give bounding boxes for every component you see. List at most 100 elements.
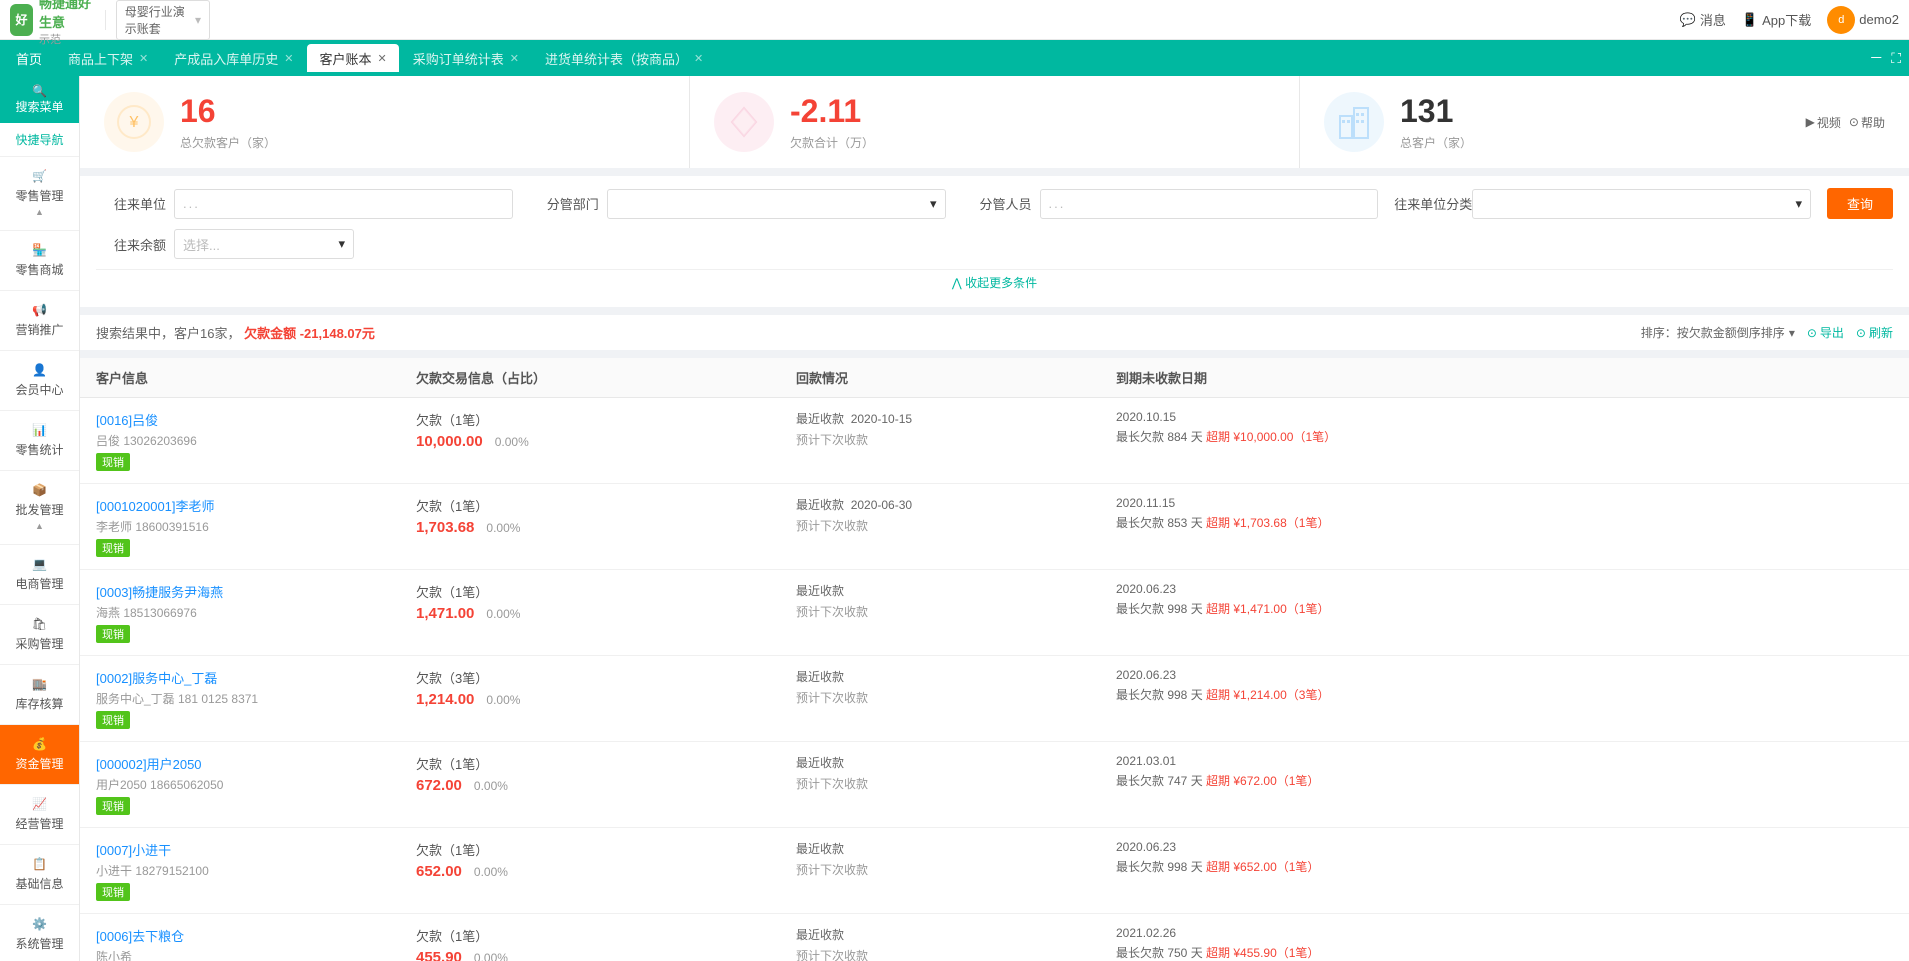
tab-close-purchase[interactable]: ✕ [510,52,519,65]
filter-dept: 分管部门 ▾ [529,189,946,219]
sidebar-quick-nav[interactable]: 快捷导航 [0,123,79,157]
table-header: 客户信息 欠款交易信息（占比） 回款情况 到期未收款日期 [80,358,1909,398]
logo-area: 好 畅捷通好生意 示范 母婴行业演示账套 ▾ [10,0,210,47]
filter-person: 分管人员 ... [962,189,1379,219]
col-debt-info: 欠款交易信息（占比） [416,368,796,387]
sidebar-item-purchase[interactable]: 🛍 采购管理 [0,605,79,665]
user-profile[interactable]: d demo2 [1827,6,1899,34]
unit-category-select[interactable]: ▾ [1472,189,1811,219]
customer-contact-2: 海燕 18513066976 [96,604,416,621]
table-row: [0007]小进干 小进干 18279152100 现销 欠款（1笔） 652.… [80,828,1909,914]
source-unit-input[interactable]: ... [174,189,513,219]
purchase-icon: 🛍 [4,617,75,631]
tab-home[interactable]: 首页 [4,44,54,72]
tab-stock-stats[interactable]: 进货单统计表（按商品） ✕ [533,44,715,72]
batch-icon: 📦 [4,483,75,497]
search-button[interactable]: 查询 [1827,188,1893,219]
logo-icon: 好 [10,4,33,36]
retail-mgmt-icon: 🛒 [4,169,75,183]
collapse-btn[interactable]: ⋀ 收起更多条件 [96,269,1893,295]
messages-btn[interactable]: 💬 消息 [1680,10,1726,29]
repay-info-3: 最近收款 预计下次收款 [796,668,1116,729]
sidebar-item-operation[interactable]: 📈 经营管理 [0,785,79,845]
customer-info-6: [0006]去下粮仓 陈小希 现销 [96,926,416,961]
company-selector[interactable]: 母婴行业演示账套 ▾ [116,0,210,40]
nav-maximize[interactable]: ⛶ [1891,50,1901,67]
customer-name-5[interactable]: [0007]小进干 [96,840,416,859]
customer-tag-0: 现销 [96,453,130,471]
help-btn[interactable]: ⊙ 帮助 [1849,114,1885,131]
customer-info-0: [0016]吕俊 吕俊 13026203696 现销 [96,410,416,471]
due-info-5: 2020.06.23 最长欠款 998 天 超期 ¥652.00（1笔） [1116,840,1893,901]
debt-total-info: -2.11 欠款合计（万） [790,93,874,151]
due-info-4: 2021.03.01 最长欠款 747 天 超期 ¥672.00（1笔） [1116,754,1893,815]
debt-info-6: 欠款（1笔） 455.90 0.00% [416,926,796,961]
customer-info-4: [000002]用户2050 用户2050 18665062050 现销 [96,754,416,815]
tab-account[interactable]: 客户账本 ✕ [307,44,398,72]
refresh-icon: ⊙ [1856,326,1866,340]
person-input[interactable]: ... [1040,189,1379,219]
operation-icon: 📈 [4,797,75,811]
table-row: [0001020001]李老师 李老师 18600391516 现销 欠款（1笔… [80,484,1909,570]
tab-warehouse[interactable]: 产成品入库单历史 ✕ [162,44,305,72]
sidebar-item-marketing[interactable]: 📢 营销推广 [0,291,79,351]
customer-name-1[interactable]: [0001020001]李老师 [96,496,416,515]
sidebar-item-retail-mgmt[interactable]: 🛒 零售管理 ▲ [0,157,79,231]
tab-close-stock[interactable]: ✕ [694,52,703,65]
sidebar-item-retail-stats[interactable]: 📊 零售统计 [0,411,79,471]
customer-name-6[interactable]: [0006]去下粮仓 [96,926,416,945]
result-bar: 搜索结果中，客户16家， 欠款金额 -21,148.07元 排序：按欠款金额倒序… [80,315,1909,350]
top-bar: 好 畅捷通好生意 示范 母婴行业演示账套 ▾ 💬 消息 📱 App下载 d de… [0,0,1909,40]
svg-text:¥: ¥ [129,114,139,131]
sidebar-item-retail-mall[interactable]: 🏪 零售商城 [0,231,79,291]
customer-name-2[interactable]: [0003]畅捷服务尹海燕 [96,582,416,601]
diamond-icon [714,92,774,152]
debt-customers-info: 16 总欠款客户（家） [180,93,276,151]
export-icon: ⊙ [1807,326,1817,340]
tab-close-warehouse[interactable]: ✕ [284,52,293,65]
sidebar-item-basic-info[interactable]: 📋 基础信息 [0,845,79,905]
main-content: ¥ 16 总欠款客户（家） -2.11 欠款合计（万） [80,76,1909,961]
sort-btn[interactable]: 排序：按欠款金额倒序排序 ▾ [1641,324,1795,341]
download-icon: 📱 [1742,12,1758,28]
table-row: [000002]用户2050 用户2050 18665062050 现销 欠款（… [80,742,1909,828]
sidebar-item-member-center[interactable]: 👤 会员中心 [0,351,79,411]
refresh-btn[interactable]: ⊙ 刷新 [1856,324,1893,341]
sidebar-item-finance[interactable]: 💰 资金管理 [0,725,79,785]
member-icon: 👤 [4,363,75,377]
ecommerce-icon: 💻 [4,557,75,571]
nav-minimize[interactable]: － [1869,48,1883,68]
system-icon: ⚙️ [4,917,75,931]
tab-close-products[interactable]: ✕ [139,52,148,65]
stat-actions: ▶ 视频 ⊙ 帮助 [1806,114,1885,131]
filter-source-unit: 往来单位 ... [96,189,513,219]
logo-text: 畅捷通好生意 示范 [39,0,95,47]
sidebar-search[interactable]: 🔍 搜索菜单 [0,76,79,123]
customer-name-0[interactable]: [0016]吕俊 [96,410,416,429]
filter-area: 往来单位 ... 分管部门 ▾ 分管人员 ... [80,176,1909,307]
customer-contact-4: 用户2050 18665062050 [96,776,416,793]
nav-right: － ⛶ [1869,48,1909,68]
sidebar-item-system[interactable]: ⚙️ 系统管理 [0,905,79,961]
dept-select[interactable]: ▾ [607,189,946,219]
export-btn[interactable]: ⊙ 导出 [1807,324,1844,341]
view-btn[interactable]: ▶ 视频 [1806,114,1841,131]
repay-info-5: 最近收款 预计下次收款 [796,840,1116,901]
balance-select[interactable]: 选择... ▾ [174,229,354,259]
debt-info-4: 欠款（1笔） 672.00 0.00% [416,754,796,815]
customer-name-3[interactable]: [0002]服务中心_丁磊 [96,668,416,687]
collapse-icon: ⋀ [952,276,962,290]
sidebar-item-batch-mgmt[interactable]: 📦 批发管理 ▲ [0,471,79,545]
repay-info-1: 最近收款 2020-06-30 预计下次收款 [796,496,1116,557]
sidebar-item-ecommerce[interactable]: 💻 电商管理 [0,545,79,605]
yuan-icon: ¥ [104,92,164,152]
customer-name-4[interactable]: [000002]用户2050 [96,754,416,773]
app-download-btn[interactable]: 📱 App下载 [1742,10,1811,29]
customer-info-2: [0003]畅捷服务尹海燕 海燕 18513066976 现销 [96,582,416,643]
tab-close-account[interactable]: ✕ [378,52,387,65]
filter-row-1: 往来单位 ... 分管部门 ▾ 分管人员 ... [96,188,1893,219]
tab-purchase[interactable]: 采购订单统计表 ✕ [401,44,531,72]
customer-contact-6: 陈小希 [96,948,416,961]
tab-products[interactable]: 商品上下架 ✕ [56,44,160,72]
sidebar-item-inventory[interactable]: 🏬 库存核算 [0,665,79,725]
